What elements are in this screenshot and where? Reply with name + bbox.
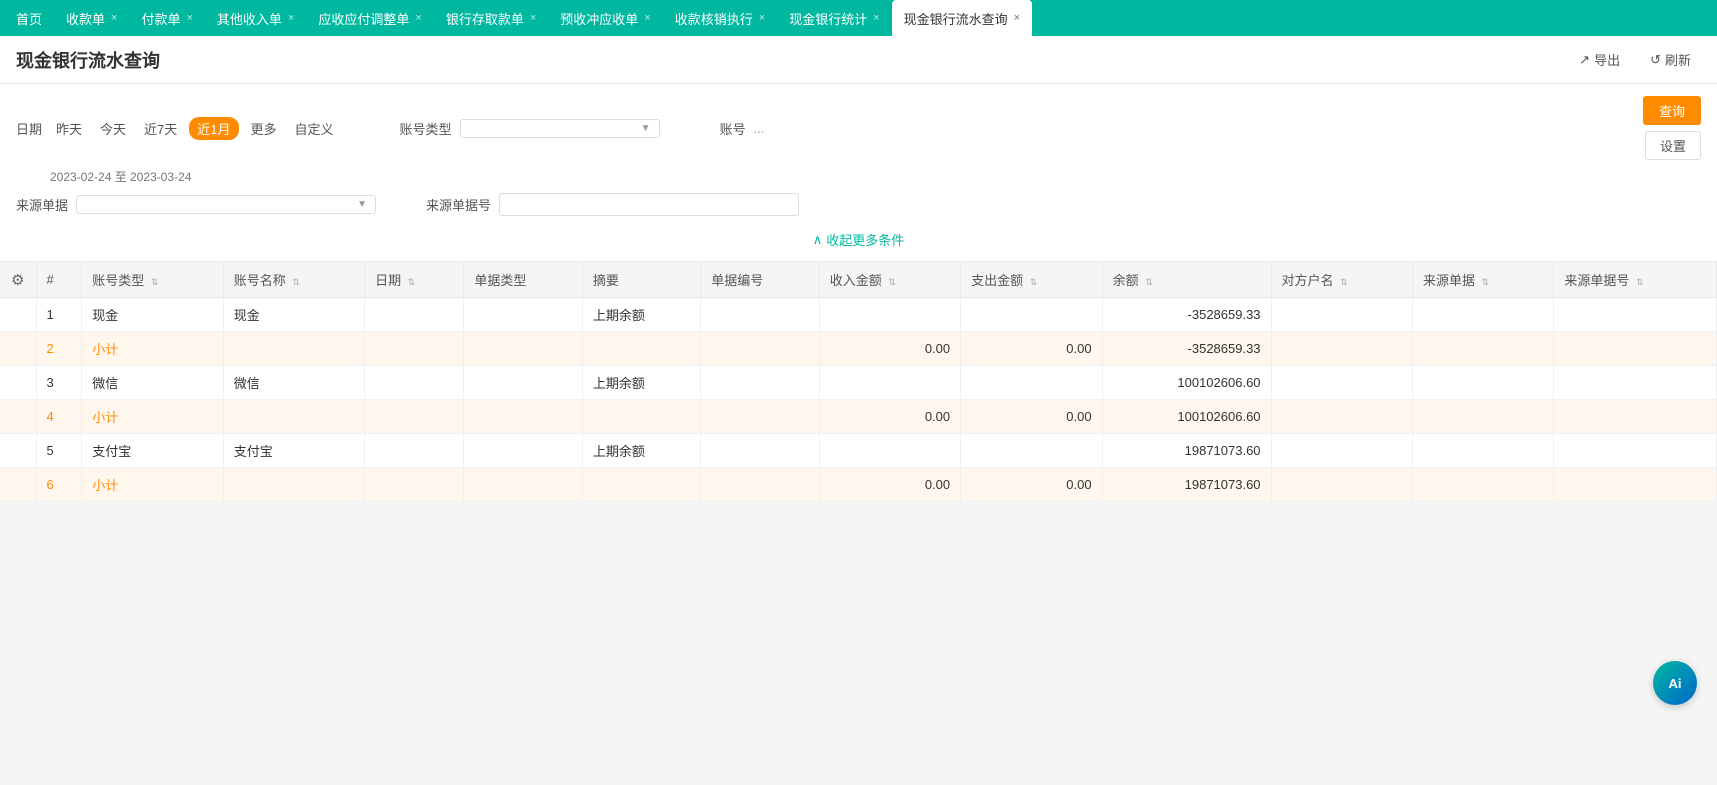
th-expense[interactable]: 支出金额 ⇅ — [961, 262, 1102, 298]
date-yesterday[interactable]: 昨天 — [50, 117, 88, 140]
nav-item-collection[interactable]: 收款核销执行 × — [663, 0, 777, 36]
date-range-display: 2023-02-24 至 2023-03-24 — [46, 168, 1701, 185]
date-filter-group: 日期 昨天 今天 近7天 近1月 更多 自定义 — [16, 117, 340, 140]
table-container: ⚙ # 账号类型 ⇅ 账号名称 ⇅ 日期 ⇅ 单据类型 摘要 单据编号 收入金额… — [0, 262, 1717, 502]
sort-icon: ⇅ — [151, 277, 159, 287]
date-7days[interactable]: 近7天 — [138, 117, 183, 140]
table-header-row: ⚙ # 账号类型 ⇅ 账号名称 ⇅ 日期 ⇅ 单据类型 摘要 单据编号 收入金额… — [0, 262, 1717, 298]
sort-icon: ⇅ — [1340, 277, 1348, 287]
nav-item-bank-stats[interactable]: 现金银行统计 × — [777, 0, 891, 36]
th-account-type[interactable]: 账号类型 ⇅ — [82, 262, 223, 298]
account-filter-group: 账号 ... — [720, 119, 765, 138]
th-settings[interactable]: ⚙ — [0, 262, 36, 298]
th-date[interactable]: 日期 ⇅ — [365, 262, 464, 298]
th-balance[interactable]: 余额 ⇅ — [1102, 262, 1271, 298]
filter-area: 日期 昨天 今天 近7天 近1月 更多 自定义 账号类型 ▼ 账号 ... — [0, 84, 1717, 262]
export-icon: ↗ — [1579, 52, 1590, 68]
nav-item-bank-flow[interactable]: 现金银行流水查询 × — [892, 0, 1032, 36]
close-icon[interactable]: × — [759, 12, 765, 24]
filter-row-1: 日期 昨天 今天 近7天 近1月 更多 自定义 账号类型 ▼ 账号 ... — [16, 96, 1701, 160]
source-doc-no-label: 来源单据号 — [426, 195, 491, 214]
date-custom[interactable]: 自定义 — [289, 117, 340, 140]
account-type-select[interactable]: ▼ — [460, 119, 660, 138]
nav-item-payment[interactable]: 付款单 × — [129, 0, 204, 36]
source-doc-no-filter-group: 来源单据号 — [426, 193, 799, 216]
th-account-name[interactable]: 账号名称 ⇅ — [223, 262, 364, 298]
close-icon[interactable]: × — [1014, 12, 1020, 24]
date-range-text: 2023-02-24 至 2023-03-24 — [50, 170, 191, 184]
nav-item-ar-adjust[interactable]: 应收应付调整单 × — [306, 0, 433, 36]
close-icon[interactable]: × — [530, 12, 536, 24]
date-label: 日期 — [16, 119, 42, 138]
refresh-icon: ↺ — [1650, 52, 1661, 68]
table-row: 3微信微信上期余额100102606.60 — [0, 366, 1717, 400]
date-shortcuts: 昨天 今天 近7天 近1月 更多 自定义 — [50, 117, 340, 140]
export-button[interactable]: ↗ 导出 — [1569, 46, 1630, 73]
th-source-doc[interactable]: 来源单据 ⇅ — [1412, 262, 1553, 298]
th-doc-type: 单据类型 — [464, 262, 582, 298]
filter-row-2: 来源单据 ▼ 来源单据号 — [16, 193, 1701, 216]
table-row: 5支付宝支付宝上期余额19871073.60 — [0, 434, 1717, 468]
gear-icon[interactable]: ⚙ — [11, 272, 24, 289]
close-icon[interactable]: × — [288, 12, 294, 24]
nav-item-prepayment[interactable]: 预收冲应收单 × — [548, 0, 662, 36]
sort-icon: ⇅ — [1636, 277, 1644, 287]
close-icon[interactable]: × — [644, 12, 650, 24]
collapse-label: 收起更多条件 — [826, 230, 904, 249]
th-counterparty[interactable]: 对方户名 ⇅ — [1271, 262, 1412, 298]
close-icon[interactable]: × — [186, 12, 192, 24]
source-doc-no-input[interactable] — [499, 193, 799, 216]
page-header: 现金银行流水查询 ↗ 导出 ↺ 刷新 — [0, 36, 1717, 84]
sort-icon: ⇅ — [1030, 277, 1038, 287]
table-row: 2小计0.000.00-3528659.33 — [0, 332, 1717, 366]
sort-icon: ⇅ — [1145, 277, 1153, 287]
th-doc-no: 单据编号 — [701, 262, 819, 298]
sort-icon: ⇅ — [292, 277, 300, 287]
top-nav: 首页 收款单 × 付款单 × 其他收入单 × 应收应付调整单 × 银行存取款单 … — [0, 0, 1717, 36]
header-actions: ↗ 导出 ↺ 刷新 — [1569, 46, 1701, 73]
nav-item-bank-withdraw[interactable]: 银行存取款单 × — [434, 0, 548, 36]
close-icon[interactable]: × — [111, 12, 117, 24]
th-income[interactable]: 收入金额 ⇅ — [819, 262, 960, 298]
refresh-button[interactable]: ↺ 刷新 — [1640, 46, 1701, 73]
date-today[interactable]: 今天 — [94, 117, 132, 140]
account-label: 账号 — [720, 119, 746, 138]
sort-icon: ⇅ — [888, 277, 896, 287]
search-actions: 查询 设置 — [1643, 96, 1701, 160]
sort-icon: ⇅ — [1482, 277, 1490, 287]
nav-item-other-income[interactable]: 其他收入单 × — [205, 0, 306, 36]
settings-button[interactable]: 设置 — [1645, 131, 1701, 160]
table-row: 6小计0.000.0019871073.60 — [0, 468, 1717, 502]
search-button[interactable]: 查询 — [1643, 96, 1701, 125]
collapse-bar[interactable]: ∧ 收起更多条件 — [16, 224, 1701, 249]
page-title: 现金银行流水查询 — [16, 47, 160, 73]
th-summary: 摘要 — [582, 262, 700, 298]
nav-item-home[interactable]: 首页 — [4, 0, 54, 36]
close-icon[interactable]: × — [873, 12, 879, 24]
account-type-label: 账号类型 — [400, 119, 452, 138]
chevron-down-icon: ▼ — [641, 123, 651, 134]
table-row: 1现金现金上期余额-3528659.33 — [0, 298, 1717, 332]
th-no: # — [36, 262, 82, 298]
date-more[interactable]: 更多 — [245, 117, 283, 140]
data-table: ⚙ # 账号类型 ⇅ 账号名称 ⇅ 日期 ⇅ 单据类型 摘要 单据编号 收入金额… — [0, 262, 1717, 502]
sort-icon: ⇅ — [408, 277, 416, 287]
collapse-up-icon: ∧ — [813, 232, 823, 248]
source-doc-select[interactable]: ▼ — [76, 195, 376, 214]
account-type-filter-group: 账号类型 ▼ — [400, 119, 660, 138]
ai-assistant-button[interactable]: Ai — [1653, 661, 1697, 705]
chevron-down-icon: ▼ — [357, 199, 367, 210]
account-more-btn[interactable]: ... — [754, 121, 765, 136]
source-doc-label: 来源单据 — [16, 195, 68, 214]
close-icon[interactable]: × — [415, 12, 421, 24]
table-row: 4小计0.000.00100102606.60 — [0, 400, 1717, 434]
date-1month[interactable]: 近1月 — [189, 117, 238, 140]
th-source-doc-no[interactable]: 来源单据号 ⇅ — [1554, 262, 1717, 298]
nav-item-receipt[interactable]: 收款单 × — [54, 0, 129, 36]
source-doc-filter-group: 来源单据 ▼ — [16, 195, 376, 214]
